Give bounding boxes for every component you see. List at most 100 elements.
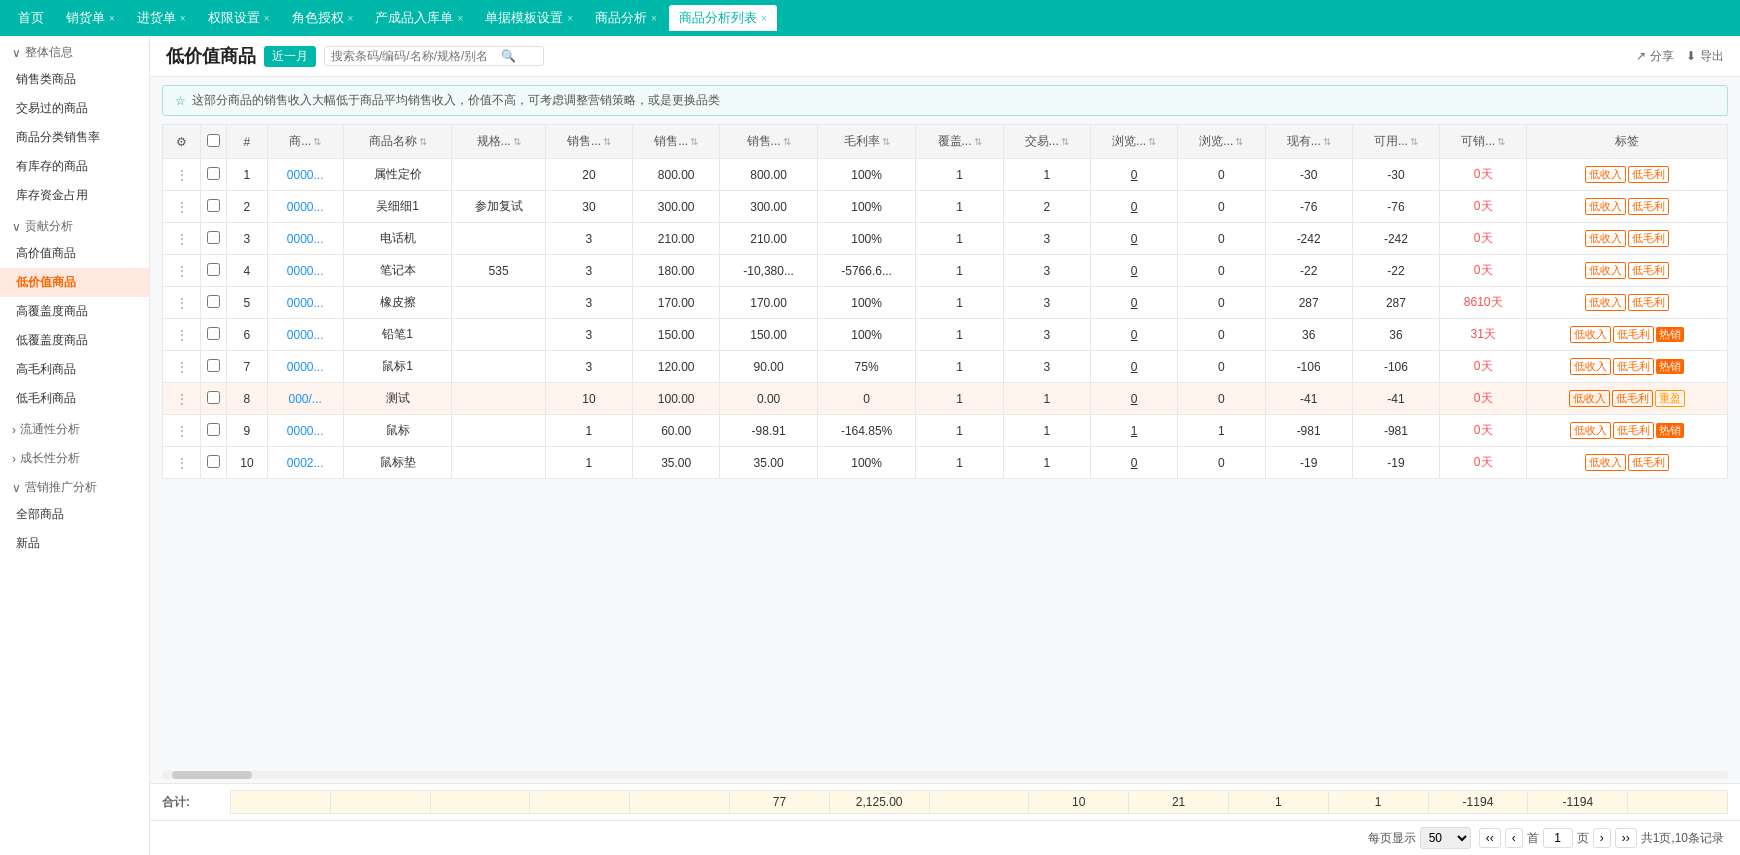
search-icon[interactable]: 🔍 [501, 49, 516, 63]
row-checkbox[interactable] [207, 391, 220, 404]
checkbox-cell[interactable] [201, 415, 227, 447]
checkbox-cell[interactable] [201, 319, 227, 351]
coverage-col-header[interactable]: 覆盖...⇅ [916, 125, 1003, 159]
sidebar-item-category-sales-rate[interactable]: 商品分类销售率 [0, 123, 149, 152]
stock-available-col-header[interactable]: 可用...⇅ [1352, 125, 1439, 159]
code-cell[interactable]: 0000... [267, 255, 343, 287]
sidebar-item-sales-products[interactable]: 销售类商品 [0, 65, 149, 94]
row-settings-icon[interactable]: ⋮ [176, 264, 188, 278]
close-role-icon[interactable]: × [348, 13, 354, 24]
code-cell[interactable]: 0000... [267, 223, 343, 255]
checkbox-cell[interactable] [201, 351, 227, 383]
sidebar-item-low-margin[interactable]: 低毛利商品 [0, 384, 149, 413]
row-settings-icon[interactable]: ⋮ [176, 456, 188, 470]
row-settings-icon[interactable]: ⋮ [176, 392, 188, 406]
nav-home[interactable]: 首页 [8, 5, 54, 31]
scrollbar-thumb[interactable] [172, 771, 252, 779]
settings-cell[interactable]: ⋮ [163, 319, 201, 351]
trade-col-header[interactable]: 交易...⇅ [1003, 125, 1090, 159]
browse2-col-header[interactable]: 浏览...⇅ [1178, 125, 1265, 159]
settings-cell[interactable]: ⋮ [163, 159, 201, 191]
sidebar-group-overall[interactable]: ∨ 整体信息 [0, 36, 149, 65]
checkbox-cell[interactable] [201, 223, 227, 255]
row-settings-icon[interactable]: ⋮ [176, 296, 188, 310]
sales-cost-col-header[interactable]: 销售...⇅ [720, 125, 818, 159]
code-cell[interactable]: 0000... [267, 319, 343, 351]
row-checkbox[interactable] [207, 359, 220, 372]
sidebar-group-circulation[interactable]: › 流通性分析 [0, 413, 149, 442]
browse1-cell[interactable]: 0 [1090, 287, 1177, 319]
code-cell[interactable]: 0000... [267, 415, 343, 447]
sidebar-item-low-value[interactable]: 低价值商品 [0, 268, 149, 297]
gross-margin-col-header[interactable]: 毛利率⇅ [817, 125, 916, 159]
settings-cell[interactable]: ⋮ [163, 447, 201, 479]
row-checkbox[interactable] [207, 263, 220, 276]
settings-cell[interactable]: ⋮ [163, 223, 201, 255]
horizontal-scrollbar[interactable] [162, 771, 1728, 779]
close-product-analysis-icon[interactable]: × [651, 13, 657, 24]
nav-product-inbound[interactable]: 产成品入库单 × [365, 5, 473, 31]
row-settings-icon[interactable]: ⋮ [176, 200, 188, 214]
code-cell[interactable]: 0000... [267, 159, 343, 191]
row-checkbox[interactable] [207, 199, 220, 212]
settings-col-header[interactable]: ⚙ [163, 125, 201, 159]
checkbox-cell[interactable] [201, 383, 227, 415]
first-page-button[interactable]: ‹‹ [1479, 828, 1501, 848]
checkbox-cell[interactable] [201, 287, 227, 319]
search-box[interactable]: 🔍 [324, 46, 544, 66]
stock-current-col-header[interactable]: 现有...⇅ [1265, 125, 1352, 159]
row-settings-icon[interactable]: ⋮ [176, 360, 188, 374]
browse1-cell[interactable]: 0 [1090, 383, 1177, 415]
nav-purchase-order[interactable]: 进货单 × [127, 5, 196, 31]
row-checkbox[interactable] [207, 231, 220, 244]
name-col-header[interactable]: 商品名称⇅ [343, 125, 452, 159]
checkbox-cell[interactable] [201, 159, 227, 191]
close-product-inbound-icon[interactable]: × [457, 13, 463, 24]
close-permission-icon[interactable]: × [264, 13, 270, 24]
browse1-cell[interactable]: 0 [1090, 159, 1177, 191]
browse1-cell[interactable]: 0 [1090, 223, 1177, 255]
sidebar-group-growth[interactable]: › 成长性分析 [0, 442, 149, 471]
sales-qty-col-header[interactable]: 销售...⇅ [545, 125, 632, 159]
settings-cell[interactable]: ⋮ [163, 287, 201, 319]
export-button[interactable]: ⬇ 导出 [1686, 48, 1724, 65]
page-size-selector[interactable]: 每页显示 50 100 200 [1368, 827, 1471, 849]
browse1-cell[interactable]: 1 [1090, 415, 1177, 447]
search-input[interactable] [331, 49, 501, 63]
row-checkbox[interactable] [207, 455, 220, 468]
browse1-cell[interactable]: 0 [1090, 447, 1177, 479]
next-page-button[interactable]: › [1593, 828, 1611, 848]
nav-template-settings[interactable]: 单据模板设置 × [475, 5, 583, 31]
settings-cell[interactable]: ⋮ [163, 415, 201, 447]
settings-cell[interactable]: ⋮ [163, 383, 201, 415]
browse1-cell[interactable]: 0 [1090, 319, 1177, 351]
per-page-select[interactable]: 50 100 200 [1420, 827, 1471, 849]
sidebar-item-high-margin[interactable]: 高毛利商品 [0, 355, 149, 384]
code-cell[interactable]: 0000... [267, 191, 343, 223]
sidebar-group-contribution[interactable]: ∨ 贡献分析 [0, 210, 149, 239]
share-button[interactable]: ↗ 分享 [1636, 48, 1674, 65]
browse1-cell[interactable]: 0 [1090, 255, 1177, 287]
sidebar-item-new-products[interactable]: 新品 [0, 529, 149, 558]
sidebar-group-marketing[interactable]: ∨ 营销推广分析 [0, 471, 149, 500]
sidebar-item-inventory-capital[interactable]: 库存资金占用 [0, 181, 149, 210]
checkbox-cell[interactable] [201, 255, 227, 287]
row-settings-icon[interactable]: ⋮ [176, 328, 188, 342]
row-settings-icon[interactable]: ⋮ [176, 424, 188, 438]
code-cell[interactable]: 0002... [267, 447, 343, 479]
current-page-input[interactable] [1543, 828, 1573, 848]
code-cell[interactable]: 0000... [267, 351, 343, 383]
last-page-button[interactable]: ›› [1615, 828, 1637, 848]
nav-product-analysis-list[interactable]: 商品分析列表 × [669, 5, 777, 31]
settings-icon[interactable]: ⚙ [176, 135, 187, 149]
sidebar-item-high-coverage[interactable]: 高覆盖度商品 [0, 297, 149, 326]
close-template-icon[interactable]: × [567, 13, 573, 24]
prev-page-button[interactable]: ‹ [1505, 828, 1523, 848]
browse1-col-header[interactable]: 浏览...⇅ [1090, 125, 1177, 159]
nav-permission-settings[interactable]: 权限设置 × [198, 5, 280, 31]
row-checkbox[interactable] [207, 423, 220, 436]
nav-role-auth[interactable]: 角色授权 × [282, 5, 364, 31]
sidebar-item-high-value[interactable]: 高价值商品 [0, 239, 149, 268]
settings-cell[interactable]: ⋮ [163, 351, 201, 383]
checkbox-cell[interactable] [201, 191, 227, 223]
